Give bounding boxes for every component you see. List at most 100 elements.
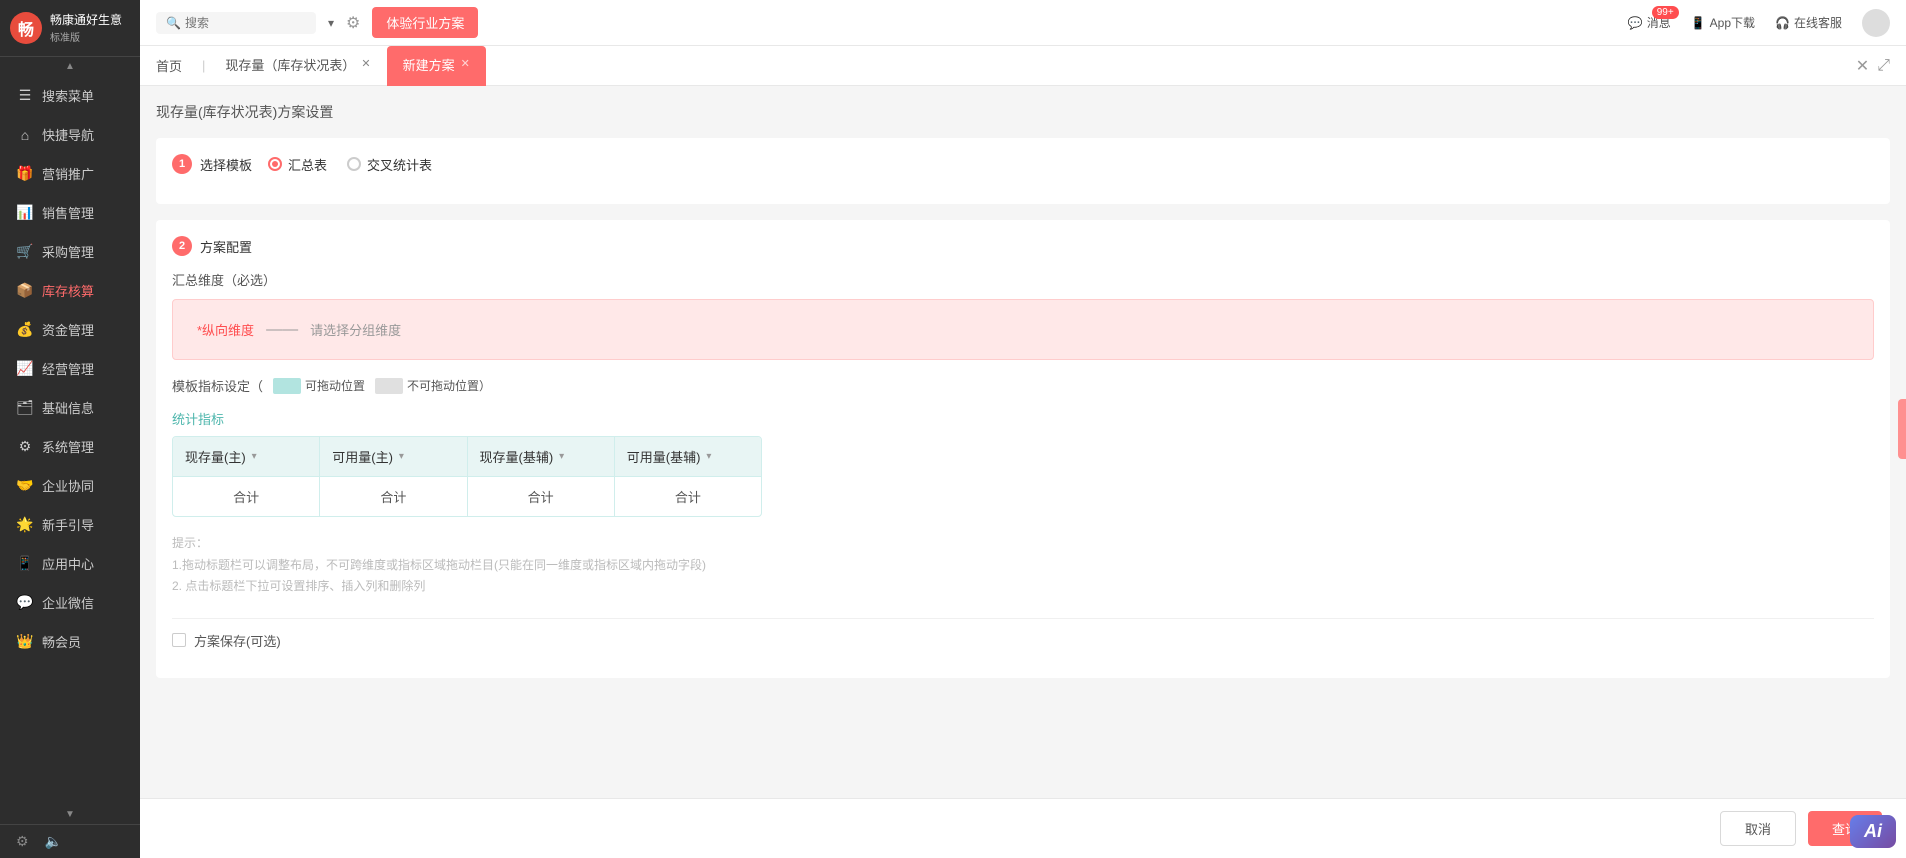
- search-box[interactable]: 🔍: [156, 12, 316, 34]
- close-window-icon[interactable]: ✕: [1856, 56, 1869, 76]
- undraggable-chip-box: [375, 378, 403, 394]
- ai-badge[interactable]: Ai: [1850, 815, 1896, 848]
- sidebar-item-inventory[interactable]: 📦 库存核算: [0, 271, 140, 310]
- stats-body-row: 合计 合计 合计 合计: [173, 476, 761, 516]
- statistics-table: 现存量(主) ▾ 可用量(主) ▾ 现存量(基辅) ▾ 可用量(基辅) ▾: [172, 436, 762, 517]
- sidebar-item-search[interactable]: ☰ 搜索菜单: [0, 76, 140, 115]
- dimension-selector-area[interactable]: *纵向维度 —— 请选择分组维度: [172, 299, 1874, 360]
- template-radio-group: 汇总表 交叉统计表: [268, 155, 432, 174]
- cart-icon: 🛒: [16, 243, 34, 261]
- online-service-action[interactable]: 🎧 在线客服: [1775, 14, 1842, 31]
- expand-window-icon[interactable]: ⤢: [1877, 57, 1890, 75]
- indicator-settings-label: 模板指标设定（: [172, 376, 263, 395]
- sidebar-item-label: 资金管理: [42, 320, 94, 339]
- mobile-icon: 📱: [16, 555, 34, 573]
- sidebar-item-label: 库存核算: [42, 281, 94, 300]
- sidebar-item-operations[interactable]: 📈 经营管理: [0, 349, 140, 388]
- stats-col-label-3: 可用量(基辅): [627, 447, 701, 466]
- tab-home[interactable]: 首页: [156, 46, 198, 86]
- user-avatar[interactable]: [1862, 9, 1890, 37]
- tab-inventory-close[interactable]: ✕: [361, 59, 370, 70]
- tab-inventory-label: 现存量（库存状况表）: [225, 55, 355, 74]
- tab-new-plan-label: 新建方案: [403, 55, 455, 74]
- stats-col-label-2: 现存量(基辅): [480, 447, 554, 466]
- volume-icon[interactable]: 🔈: [45, 833, 62, 850]
- tip1: 1.拖动标题栏可以调整布局，不可跨维度或指标区域拖动栏目(只能在同一维度或指标区…: [172, 555, 1874, 577]
- step1-badge: 1: [172, 154, 192, 174]
- sidebar-item-purchase[interactable]: 🛒 采购管理: [0, 232, 140, 271]
- topbar: 🔍 ▾ ⚙ 体验行业方案 💬 消息 99+ 📱 App下载 🎧 在线客服: [140, 0, 1906, 46]
- radio-summary-icon: [268, 157, 282, 171]
- stats-col-1[interactable]: 可用量(主) ▾: [320, 437, 467, 476]
- sidebar-logo: 畅 畅康通好生意 标准版: [0, 0, 140, 57]
- topbar-left: 🔍 ▾ ⚙ 体验行业方案: [156, 7, 478, 38]
- undraggable-chip-label: 不可拖动位置）: [407, 377, 491, 394]
- sidebar-item-label: 基础信息: [42, 398, 94, 417]
- save-row: 方案保存(可选): [172, 618, 1874, 662]
- sidebar-scroll-down[interactable]: ▼: [0, 805, 140, 824]
- sidebar-item-system[interactable]: ⚙ 系统管理: [0, 427, 140, 466]
- wechat-icon: 💬: [16, 594, 34, 612]
- cancel-button[interactable]: 取消: [1720, 811, 1796, 846]
- online-service-label: 在线客服: [1794, 14, 1842, 31]
- step2-header: 2 方案配置: [172, 236, 1874, 256]
- stats-col-2[interactable]: 现存量(基辅) ▾: [468, 437, 615, 476]
- tab-new-plan[interactable]: 新建方案 ✕: [387, 46, 486, 86]
- main-area: 🔍 ▾ ⚙ 体验行业方案 💬 消息 99+ 📱 App下载 🎧 在线客服: [140, 0, 1906, 858]
- sidebar-item-enterprise[interactable]: 🤝 企业协同: [0, 466, 140, 505]
- step1-header: 1 选择模板 汇总表 交叉统计表: [172, 154, 1874, 174]
- radio-summary-table[interactable]: 汇总表: [268, 155, 327, 174]
- stats-col-0[interactable]: 现存量(主) ▾: [173, 437, 320, 476]
- radio-cross-icon: [347, 157, 361, 171]
- sidebar-item-basic[interactable]: 🗂 基础信息: [0, 388, 140, 427]
- dimension-required-label: *纵向维度: [197, 320, 254, 339]
- topbar-dropdown[interactable]: ▾: [328, 16, 334, 30]
- star-icon: 🌟: [16, 516, 34, 534]
- chart-icon: 📊: [16, 204, 34, 222]
- right-edge-indicator: [1898, 399, 1906, 459]
- chevron-down-icon: ▾: [328, 16, 334, 30]
- tab-home-label: 首页: [156, 56, 182, 75]
- topbar-settings-icon[interactable]: ⚙: [346, 13, 360, 33]
- tab-inventory[interactable]: 现存量（库存状况表） ✕: [209, 46, 386, 86]
- radio-cross-table[interactable]: 交叉统计表: [347, 155, 432, 174]
- sidebar-item-appcenter[interactable]: 📱 应用中心: [0, 544, 140, 583]
- download-icon: 📱: [1691, 16, 1706, 30]
- tips-section: 提示： 1.拖动标题栏可以调整布局，不可跨维度或指标区域拖动栏目(只能在同一维度…: [172, 533, 1874, 598]
- settings-icon[interactable]: ⚙: [16, 833, 29, 850]
- stats-col-3[interactable]: 可用量(基辅) ▾: [615, 437, 761, 476]
- sidebar-item-wechat[interactable]: 💬 企业微信: [0, 583, 140, 622]
- tab-separator1: |: [202, 58, 205, 73]
- save-checkbox[interactable]: [172, 633, 186, 647]
- sidebar-item-newguide[interactable]: 🌟 新手引导: [0, 505, 140, 544]
- trial-button[interactable]: 体验行业方案: [372, 7, 478, 38]
- tab-new-plan-close[interactable]: ✕: [461, 59, 470, 70]
- sidebar-item-marketing[interactable]: 🎁 营销推广: [0, 154, 140, 193]
- app-download-action[interactable]: 📱 App下载: [1691, 14, 1755, 31]
- dimension-dash: ——: [266, 321, 298, 339]
- messages-action[interactable]: 💬 消息 99+: [1628, 14, 1671, 31]
- sidebar-nav: ☰ 搜索菜单 ⌂ 快捷导航 🎁 营销推广 📊 销售管理 🛒 采购管理 📦 库存核…: [0, 76, 140, 805]
- step2-badge: 2: [172, 236, 192, 256]
- search-input[interactable]: [185, 16, 306, 30]
- stats-col-chevron-0: ▾: [252, 451, 257, 462]
- app-logo-icon: 畅: [10, 12, 42, 44]
- sidebar-item-vip[interactable]: 👑 畅会员: [0, 622, 140, 661]
- step1-section: 1 选择模板 汇总表 交叉统计表: [156, 138, 1890, 204]
- headset-icon: 🎧: [1775, 16, 1790, 30]
- statistics-label: 统计指标: [172, 409, 1874, 428]
- tip2: 2. 点击标题栏下拉可设置排序、插入列和删除列: [172, 576, 1874, 598]
- sidebar-scroll-up[interactable]: ▲: [0, 57, 140, 76]
- gear-icon: ⚙: [16, 438, 34, 456]
- draggable-chip-label: 可拖动位置: [305, 377, 365, 394]
- folder-icon: 🗂: [16, 399, 34, 417]
- sidebar-item-quicknav[interactable]: ⌂ 快捷导航: [0, 115, 140, 154]
- sidebar-item-label: 销售管理: [42, 203, 94, 222]
- box-icon: 📦: [16, 282, 34, 300]
- sidebar-item-finance[interactable]: 💰 资金管理: [0, 310, 140, 349]
- messages-badge: 99+: [1652, 6, 1679, 19]
- stats-col-label-1: 可用量(主): [332, 447, 393, 466]
- sidebar-item-sales[interactable]: 📊 销售管理: [0, 193, 140, 232]
- tips-title: 提示：: [172, 536, 208, 550]
- indicator-settings-row: 模板指标设定（ 可拖动位置 不可拖动位置）: [172, 376, 1874, 395]
